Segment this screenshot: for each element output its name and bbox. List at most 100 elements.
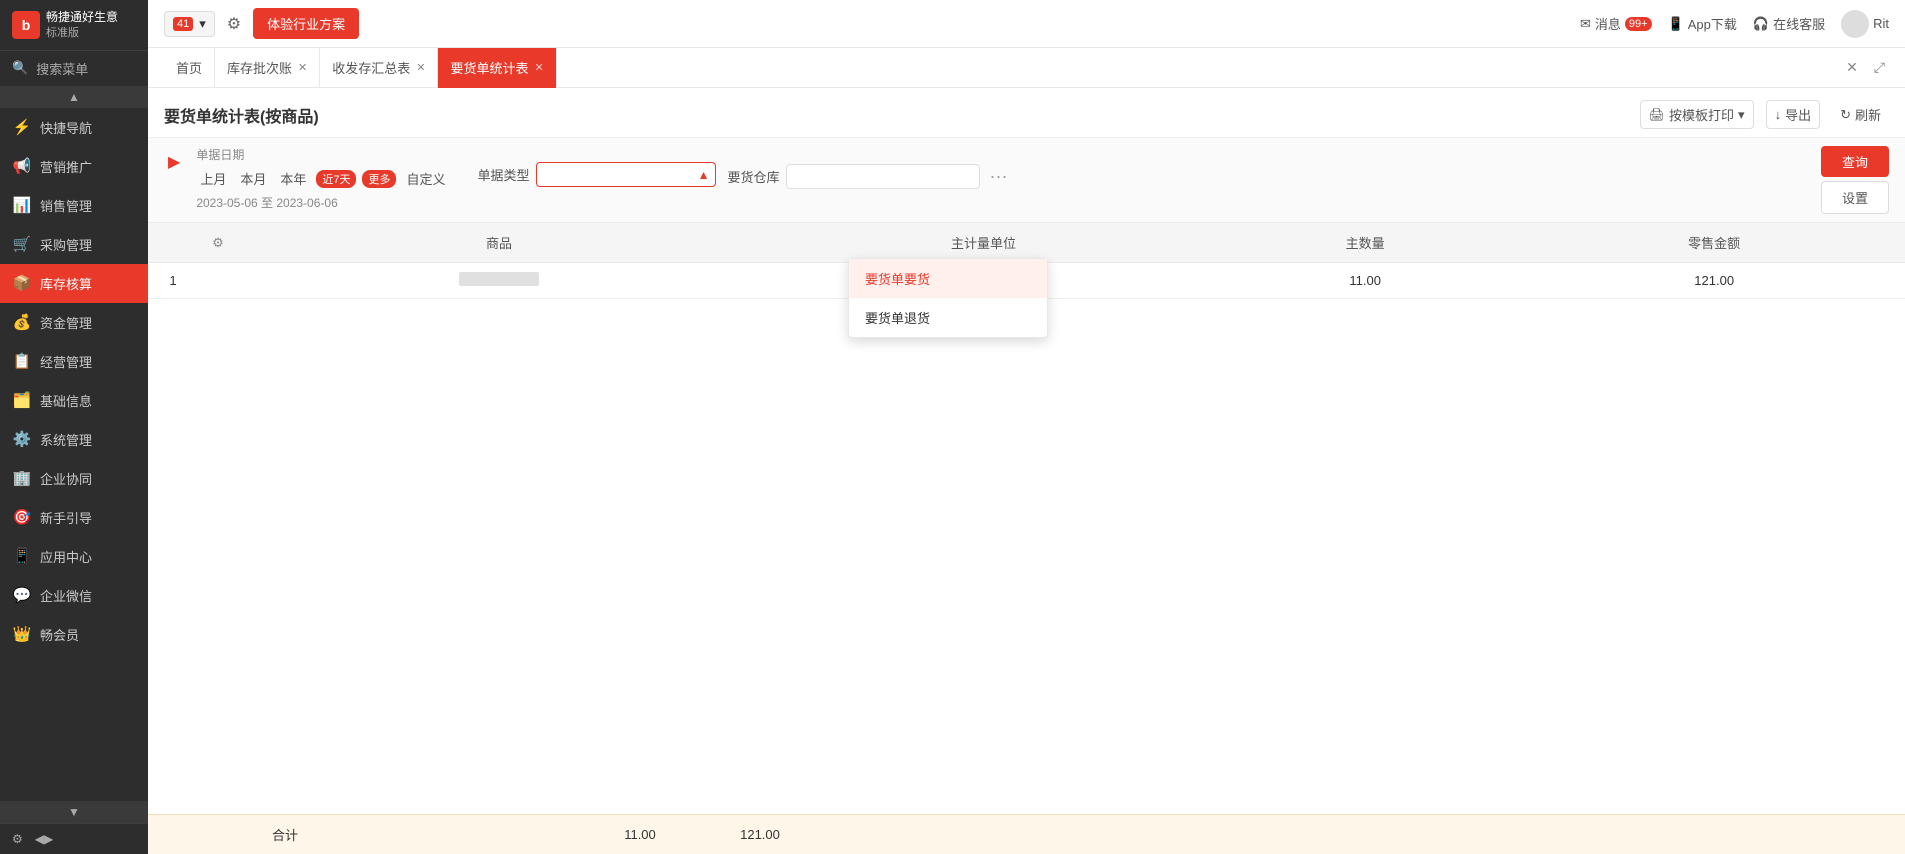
- nav-icon-system: ⚙️: [12, 430, 32, 448]
- sidebar-scroll-down[interactable]: ▼: [0, 801, 148, 823]
- nav-label-enterprise: 企业协同: [40, 469, 92, 488]
- nav-label-basic: 基础信息: [40, 391, 92, 410]
- sidebar-item-inventory[interactable]: 📦库存核算: [0, 264, 148, 303]
- page-title: 要货单统计表(按商品): [164, 103, 319, 127]
- tab-label-batch-account: 库存批次账: [227, 58, 292, 77]
- cell-quantity: 11.00: [1207, 263, 1523, 299]
- tab-expand-btn[interactable]: ⤢: [1870, 55, 1889, 80]
- sidebar-item-finance[interactable]: 💰资金管理: [0, 303, 148, 342]
- tab-receivable-summary[interactable]: 收发存汇总表✕: [320, 48, 438, 88]
- sidebar-scroll-up[interactable]: ▲: [0, 86, 148, 108]
- print-chevron-icon: ▾: [1738, 107, 1745, 123]
- nav-label-guide: 新手引导: [40, 508, 92, 527]
- nav-label-member: 畅会员: [40, 625, 79, 644]
- nav-icon-operations: 📋: [12, 352, 32, 370]
- store-selector[interactable]: 41 ▾: [164, 11, 215, 37]
- tab-close-receivable-summary[interactable]: ✕: [416, 61, 425, 74]
- filter-row: ▶ 单据日期 上月 本月 本年 近7天 更多 自定义 2023-05-06 至 …: [148, 138, 1905, 223]
- download-icon: 📱: [1668, 16, 1684, 32]
- date-current-month-btn[interactable]: 本月: [236, 167, 270, 190]
- cell-settings: [198, 263, 238, 299]
- tab-close-request-stats[interactable]: ✕: [535, 61, 544, 74]
- page-actions: 🖨 按模板打印 ▾ ↓ 导出 ↻ 刷新: [1640, 100, 1890, 129]
- sidebar-item-quick-nav[interactable]: ⚡快捷导航: [0, 108, 148, 147]
- export-icon: ↓: [1775, 107, 1782, 122]
- sidebar-footer: ⚙ ◀▶: [0, 823, 148, 854]
- refresh-btn[interactable]: ↻ 刷新: [1832, 101, 1889, 128]
- more-dates-badge[interactable]: 更多: [362, 170, 396, 188]
- sidebar-search[interactable]: 🔍 搜索菜单: [0, 51, 148, 86]
- sidebar-item-operations[interactable]: 📋 经营管理: [0, 342, 148, 381]
- col-product: 商品: [238, 223, 760, 263]
- filter-settings-btn[interactable]: 设置: [1821, 181, 1889, 214]
- nav-label-marketing: 营销推广: [40, 157, 92, 176]
- dropdown-item-要货单要货[interactable]: 要货单要货: [849, 259, 1047, 298]
- cell-rownum: 1: [148, 263, 198, 299]
- date-year-btn[interactable]: 本年: [276, 167, 310, 190]
- nav-icon-guide: 🎯: [12, 508, 32, 526]
- export-btn[interactable]: ↓ 导出: [1766, 100, 1821, 129]
- tab-home[interactable]: 首页: [164, 48, 215, 88]
- query-btn[interactable]: 查询: [1821, 146, 1889, 177]
- sidebar-item-wechat[interactable]: 💬企业微信: [0, 576, 148, 615]
- tab-label-home: 首页: [176, 58, 202, 77]
- print-icon: 🖨: [1649, 107, 1666, 123]
- message-btn[interactable]: ✉ 消息 99+: [1580, 14, 1652, 33]
- refresh-icon: ↻: [1840, 107, 1851, 123]
- nav-label-operations: 经营管理: [40, 352, 92, 371]
- footer-qty: 11.00: [580, 827, 700, 842]
- sidebar-item-system[interactable]: ⚙️系统管理: [0, 420, 148, 459]
- date-custom-btn[interactable]: 自定义: [402, 167, 449, 190]
- dropdown-item-要货单退货[interactable]: 要货单退货: [849, 298, 1047, 337]
- type-select[interactable]: [536, 162, 716, 187]
- service-icon: 🎧: [1753, 16, 1769, 32]
- col-rownum: [148, 223, 198, 263]
- main-area: 41 ▾ ⚙ 体验行业方案 ✉ 消息 99+ 📱 App下载 🎧 在线客服 R: [148, 0, 1905, 854]
- collapse-footer-btn[interactable]: ◀▶: [35, 832, 53, 846]
- sidebar-item-appstore[interactable]: 📱 应用中心: [0, 537, 148, 576]
- footer-amount: 121.00: [700, 827, 820, 842]
- footer-total-label: 合计: [260, 825, 460, 844]
- nav-label-quick-nav: 快捷导航: [40, 118, 92, 137]
- tab-request-stats[interactable]: 要货单统计表✕: [438, 48, 556, 88]
- sidebar-item-basic[interactable]: 🗂️基础信息: [0, 381, 148, 420]
- online-service-btn[interactable]: 🎧 在线客服: [1753, 14, 1825, 33]
- tab-close-batch-account[interactable]: ✕: [298, 61, 307, 74]
- search-icon: 🔍: [12, 60, 28, 76]
- sidebar-item-marketing[interactable]: 📢营销推广: [0, 147, 148, 186]
- sidebar-item-sales[interactable]: 📊销售管理: [0, 186, 148, 225]
- header-left: 41 ▾ ⚙ 体验行业方案: [164, 8, 359, 39]
- header-right: ✉ 消息 99+ 📱 App下载 🎧 在线客服 Rit: [1580, 10, 1889, 38]
- user-name-label: Rit: [1873, 16, 1889, 31]
- sidebar-item-enterprise[interactable]: 🏢 企业协同: [0, 459, 148, 498]
- table-header-row: ⚙ 商品 主计量单位 主数量 零售金额: [148, 223, 1905, 263]
- filter-more-btn[interactable]: ···: [986, 162, 1012, 191]
- date-recent-badge[interactable]: 近7天: [316, 170, 356, 188]
- message-icon: ✉: [1580, 16, 1591, 32]
- sidebar-item-guide[interactable]: 🎯 新手引导: [0, 498, 148, 537]
- filter-toggle-btn[interactable]: ▶: [164, 148, 184, 176]
- nav-icon-enterprise: 🏢: [12, 469, 32, 487]
- table-settings-icon[interactable]: ⚙: [212, 235, 224, 250]
- col-quantity: 主数量: [1207, 223, 1523, 263]
- col-settings[interactable]: ⚙: [198, 223, 238, 263]
- sidebar-nav: ⚡快捷导航📢营销推广📊销售管理🛒采购管理📦库存核算💰资金管理 📋 经营管理 🗂️基础信…: [0, 108, 148, 801]
- tab-batch-account[interactable]: 库存批次账 ✕: [215, 48, 320, 88]
- date-range-row: 上月 本月 本年 近7天 更多 自定义: [196, 167, 449, 190]
- app-download-btn[interactable]: 📱 App下载: [1668, 14, 1737, 33]
- nav-label-sales: 销售管理: [40, 196, 92, 215]
- sidebar-item-purchase[interactable]: 🛒采购管理: [0, 225, 148, 264]
- template-print-btn[interactable]: 🖨 按模板打印 ▾: [1640, 100, 1754, 129]
- nav-label-appstore: 应用中心: [40, 547, 92, 566]
- tab-close-all-btn[interactable]: ✕: [1842, 55, 1862, 80]
- sidebar-item-member[interactable]: 👑畅会员: [0, 615, 148, 654]
- trial-btn[interactable]: 体验行业方案: [253, 8, 359, 39]
- settings-gear-btn[interactable]: ⚙: [227, 14, 241, 34]
- cell-amount: 121.00: [1523, 263, 1905, 299]
- settings-footer-btn[interactable]: ⚙: [12, 832, 23, 846]
- nav-icon-appstore: 📱: [12, 547, 32, 565]
- user-menu[interactable]: Rit: [1841, 10, 1889, 38]
- warehouse-filter-input[interactable]: [786, 164, 980, 189]
- store-count-badge: 41: [173, 17, 193, 31]
- date-prev-month-btn[interactable]: 上月: [196, 167, 230, 190]
